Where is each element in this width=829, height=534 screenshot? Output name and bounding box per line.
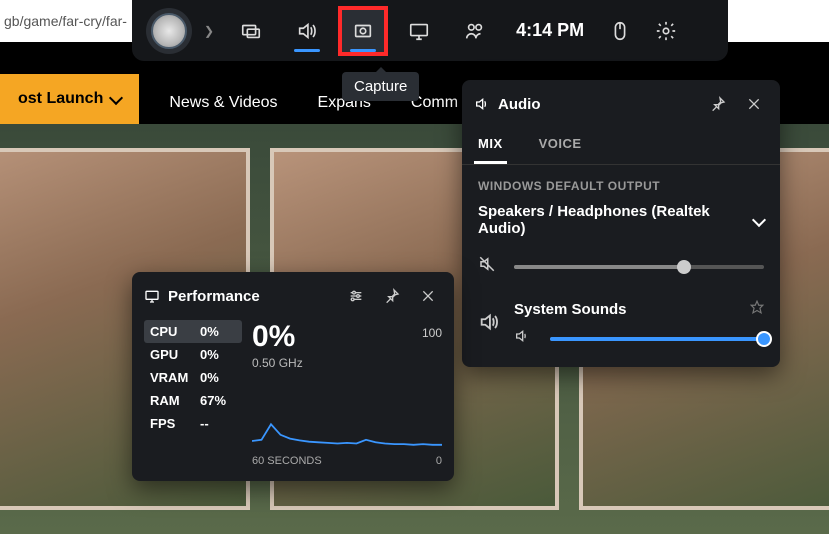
chevron-down-icon xyxy=(111,90,121,108)
x-axis-left: 60 SECONDS xyxy=(252,455,322,467)
widgets-button[interactable] xyxy=(226,6,276,56)
y-axis-max: 100 xyxy=(422,326,442,340)
usage-sparkline xyxy=(252,384,442,446)
tab-voice[interactable]: VOICE xyxy=(535,128,586,164)
options-button[interactable] xyxy=(342,282,370,310)
stat-row-gpu[interactable]: GPU0% xyxy=(144,343,242,366)
performance-widget: Performance CPU0%GPU0%VRAM0%RAM67%FPS-- … xyxy=(132,272,454,481)
stat-row-vram[interactable]: VRAM0% xyxy=(144,366,242,389)
audio-button[interactable] xyxy=(282,6,332,56)
mute-icon[interactable] xyxy=(478,255,500,278)
capture-tooltip: Capture xyxy=(342,72,419,101)
speaker-icon xyxy=(478,311,500,338)
xbox-game-bar: ❯ 4:14 PM xyxy=(132,0,728,61)
close-button[interactable] xyxy=(740,90,768,118)
gear-orb-icon xyxy=(151,13,187,49)
stat-row-ram[interactable]: RAM67% xyxy=(144,389,242,412)
settings-button[interactable] xyxy=(646,6,686,56)
output-device-dropdown[interactable]: Speakers / Headphones (Realtek Audio) xyxy=(478,203,764,237)
performance-widget-title: Performance xyxy=(144,288,334,305)
nav-news-videos[interactable]: News & Videos xyxy=(169,94,277,112)
audio-widget: Audio MIX VOICE WINDOWS DEFAULT OUTPUT S… xyxy=(462,80,780,367)
close-button[interactable] xyxy=(414,282,442,310)
speaker-small-icon[interactable] xyxy=(514,328,536,349)
monitor-icon xyxy=(144,288,160,304)
clock: 4:14 PM xyxy=(516,20,584,41)
audio-widget-title: Audio xyxy=(474,96,696,113)
current-value: 0% xyxy=(252,320,442,354)
pin-button[interactable] xyxy=(378,282,406,310)
x-axis-right: 0 xyxy=(436,455,442,467)
game-bar-home-button[interactable] xyxy=(146,8,192,54)
xbox-social-button[interactable] xyxy=(450,6,500,56)
system-sounds-slider[interactable] xyxy=(550,337,764,341)
cpu-frequency: 0.50 GHz xyxy=(252,356,442,370)
speaker-icon xyxy=(474,96,490,112)
master-volume-slider[interactable] xyxy=(514,265,764,269)
stat-row-cpu[interactable]: CPU0% xyxy=(144,320,242,343)
post-launch-button[interactable]: ost Launch xyxy=(0,74,139,124)
performance-button[interactable] xyxy=(394,6,444,56)
stat-list: CPU0%GPU0%VRAM0%RAM67%FPS-- xyxy=(144,320,242,467)
stat-row-fps[interactable]: FPS-- xyxy=(144,412,242,435)
system-sounds-label: System Sounds xyxy=(514,301,627,318)
url-fragment: gb/game/far-cry/far- xyxy=(0,13,127,29)
mouse-button[interactable] xyxy=(600,6,640,56)
capture-button[interactable] xyxy=(338,6,388,56)
tab-mix[interactable]: MIX xyxy=(474,128,507,164)
favorite-star-button[interactable] xyxy=(750,300,764,318)
chevron-right-icon: ❯ xyxy=(204,24,214,38)
chevron-down-icon xyxy=(754,212,764,229)
pin-button[interactable] xyxy=(704,90,732,118)
output-section-label: WINDOWS DEFAULT OUTPUT xyxy=(478,179,764,193)
